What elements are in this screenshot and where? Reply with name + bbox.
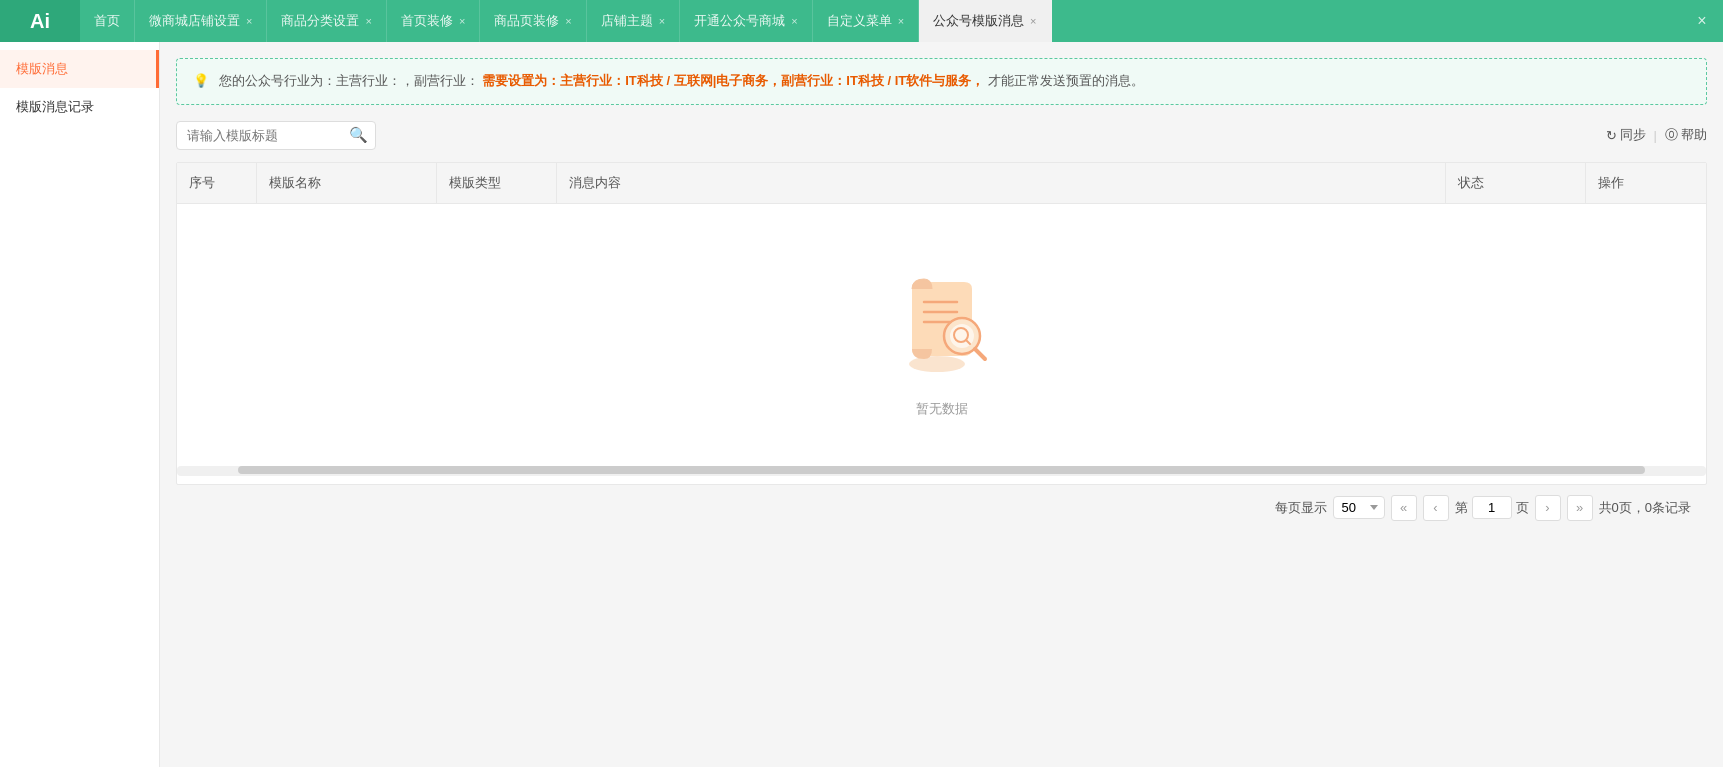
nav-tab-store-settings[interactable]: 微商城店铺设置× bbox=[135, 0, 267, 42]
divider: | bbox=[1654, 128, 1657, 143]
close-tab-store-theme[interactable]: × bbox=[659, 15, 665, 27]
svg-point-0 bbox=[909, 356, 965, 372]
sync-button[interactable]: ↻ 同步 bbox=[1606, 126, 1646, 144]
th-status: 状态 bbox=[1446, 163, 1586, 203]
close-tab-custom-menu[interactable]: × bbox=[898, 15, 904, 27]
sync-icon: ↻ bbox=[1606, 128, 1617, 143]
nav-tab-custom-menu[interactable]: 自定义菜单× bbox=[813, 0, 919, 42]
close-tab-store-settings[interactable]: × bbox=[246, 15, 252, 27]
page-end-label: 页 bbox=[1516, 499, 1529, 517]
th-content: 消息内容 bbox=[557, 163, 1446, 203]
nav-tab-category-settings[interactable]: 商品分类设置× bbox=[267, 0, 386, 42]
first-page-button[interactable]: « bbox=[1391, 495, 1417, 521]
help-icon: ⓪ bbox=[1665, 126, 1678, 144]
sidebar-item-template-message-record[interactable]: 模版消息记录 bbox=[0, 88, 159, 126]
data-table: 序号 模版名称 模版类型 消息内容 状态 操作 bbox=[176, 162, 1707, 485]
th-action: 操作 bbox=[1586, 163, 1706, 203]
close-tab-template-msg[interactable]: × bbox=[1030, 15, 1036, 27]
th-name: 模版名称 bbox=[257, 163, 437, 203]
sidebar: 模版消息 模版消息记录 bbox=[0, 42, 160, 767]
nav-tab-home-decoration[interactable]: 首页装修× bbox=[387, 0, 480, 42]
top-navigation: Ai 首页微商城店铺设置×商品分类设置×首页装修×商品页装修×店铺主题×开通公众… bbox=[0, 0, 1723, 42]
empty-state: 暂无数据 bbox=[177, 204, 1706, 458]
th-index: 序号 bbox=[177, 163, 257, 203]
bulb-icon: 💡 bbox=[193, 73, 209, 88]
app-logo: Ai bbox=[0, 0, 80, 42]
page-size-label: 每页显示 bbox=[1275, 499, 1327, 517]
pagination-current: 第 页 bbox=[1455, 496, 1529, 519]
notice-box: 💡 您的公众号行业为：主营行业：，副营行业： 需要设置为：主营行业：IT科技 /… bbox=[176, 58, 1707, 105]
nav-tab-template-msg[interactable]: 公众号模版消息× bbox=[919, 0, 1051, 42]
search-button[interactable]: 🔍 bbox=[349, 126, 368, 144]
page-input[interactable] bbox=[1472, 496, 1512, 519]
page-size-select[interactable]: 102050100 bbox=[1333, 496, 1385, 519]
pagination: 每页显示 102050100 « ‹ 第 页 › » 共0页，0条记录 bbox=[176, 485, 1707, 531]
close-tab-category-settings[interactable]: × bbox=[365, 15, 371, 27]
search-input[interactable] bbox=[176, 121, 376, 150]
close-tab-product-decoration[interactable]: × bbox=[565, 15, 571, 27]
nav-tabs-container: 首页微商城店铺设置×商品分类设置×首页装修×商品页装修×店铺主题×开通公众号商城… bbox=[80, 0, 1681, 42]
search-input-wrapper: 🔍 bbox=[176, 121, 376, 150]
close-tab-home-decoration[interactable]: × bbox=[459, 15, 465, 27]
nav-tab-product-decoration[interactable]: 商品页装修× bbox=[480, 0, 586, 42]
content-area: 💡 您的公众号行业为：主营行业：，副营行业： 需要设置为：主营行业：IT科技 /… bbox=[160, 42, 1723, 767]
prev-page-button[interactable]: ‹ bbox=[1423, 495, 1449, 521]
horizontal-scrollbar[interactable] bbox=[177, 466, 1706, 476]
sidebar-item-template-message[interactable]: 模版消息 bbox=[0, 50, 159, 88]
empty-text: 暂无数据 bbox=[916, 400, 968, 418]
pagination-total: 共0页，0条记录 bbox=[1599, 499, 1691, 517]
nav-tab-store-theme[interactable]: 店铺主题× bbox=[587, 0, 680, 42]
table-header: 序号 模版名称 模版类型 消息内容 状态 操作 bbox=[177, 163, 1706, 204]
nav-tab-open-mall[interactable]: 开通公众号商城× bbox=[680, 0, 812, 42]
close-all-button[interactable]: × bbox=[1681, 0, 1723, 42]
scrollbar-thumb bbox=[238, 466, 1645, 474]
help-button[interactable]: ⓪ 帮助 bbox=[1665, 126, 1707, 144]
nav-tab-home[interactable]: 首页 bbox=[80, 0, 135, 42]
search-right: ↻ 同步 | ⓪ 帮助 bbox=[1606, 126, 1707, 144]
last-page-button[interactable]: » bbox=[1567, 495, 1593, 521]
page-label: 第 bbox=[1455, 499, 1468, 517]
search-bar: 🔍 ↻ 同步 | ⓪ 帮助 bbox=[176, 121, 1707, 150]
next-page-button[interactable]: › bbox=[1535, 495, 1561, 521]
empty-illustration bbox=[882, 264, 1002, 384]
main-layout: 模版消息 模版消息记录 💡 您的公众号行业为：主营行业：，副营行业： 需要设置为… bbox=[0, 42, 1723, 767]
th-type: 模版类型 bbox=[437, 163, 557, 203]
search-left: 🔍 bbox=[176, 121, 376, 150]
svg-line-6 bbox=[975, 349, 985, 359]
close-tab-open-mall[interactable]: × bbox=[791, 15, 797, 27]
